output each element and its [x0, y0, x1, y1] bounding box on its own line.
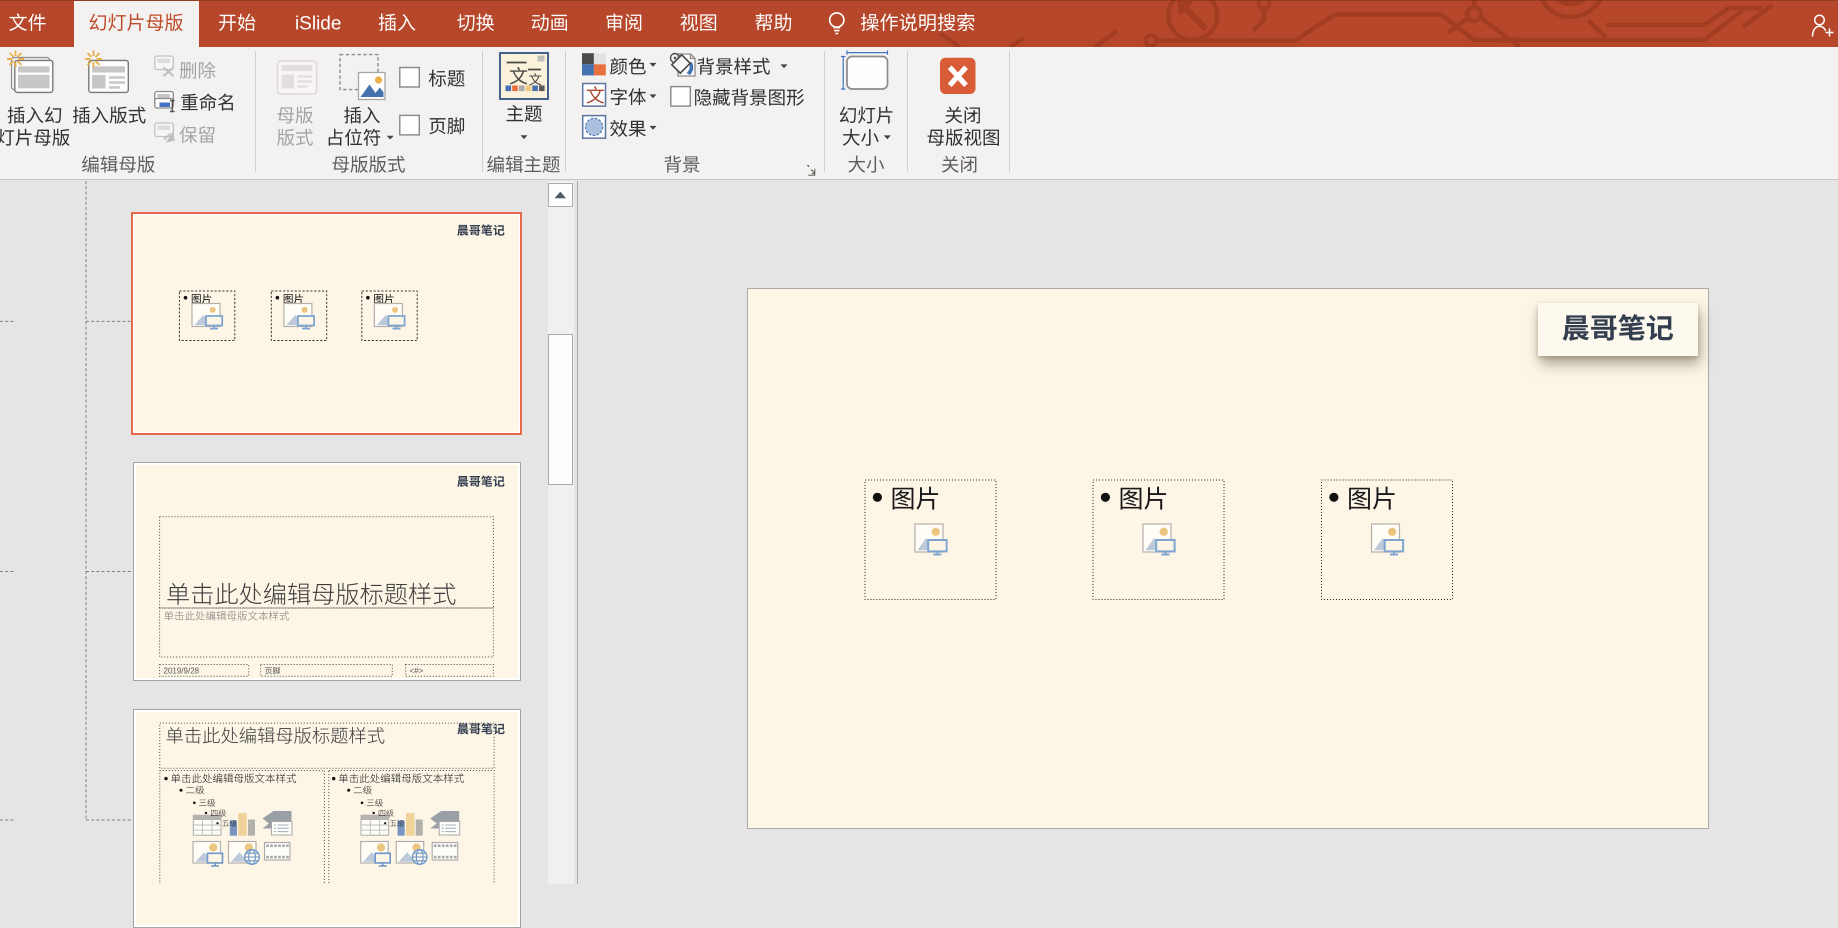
svg-text:<#>: <#> — [410, 667, 424, 676]
svg-text:iSlide: iSlide — [295, 13, 341, 34]
svg-text:2019/9/28: 2019/9/28 — [164, 667, 200, 676]
